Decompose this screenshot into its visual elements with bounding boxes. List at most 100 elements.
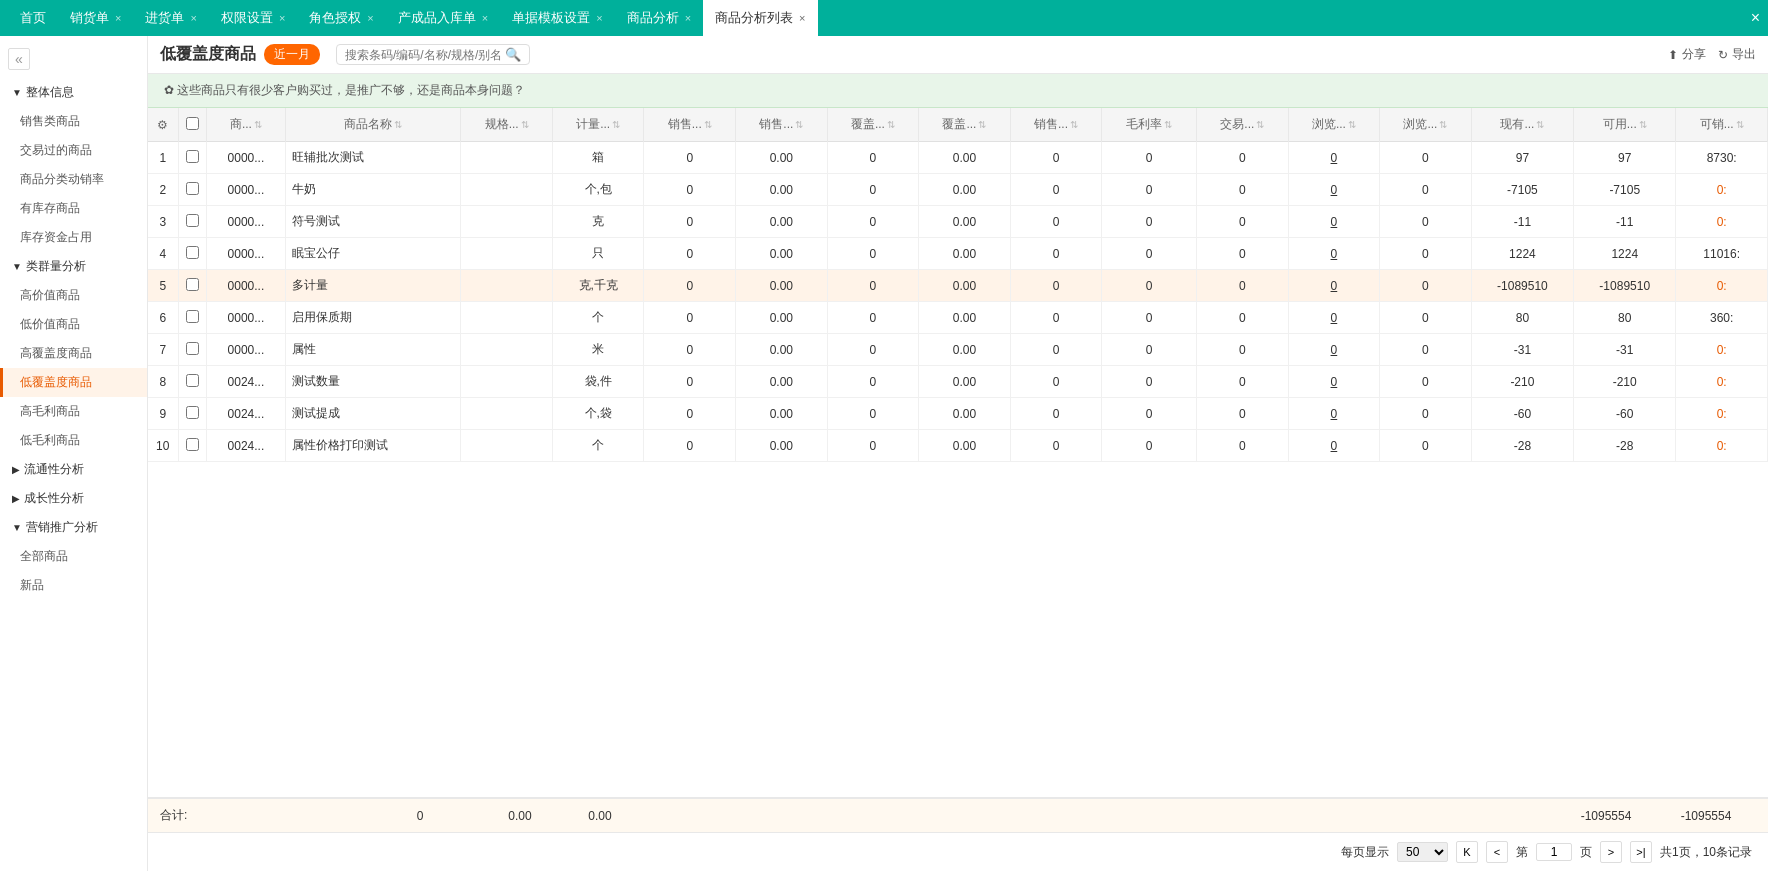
sidebar-item-category-rate[interactable]: 商品分类动销率 [0, 165, 147, 194]
last-page-button[interactable]: >| [1630, 841, 1652, 863]
row-browse1[interactable]: 0 [1288, 366, 1380, 398]
sidebar-section-cluster[interactable]: ▼ 类群量分析 [0, 252, 147, 281]
nav-permission-settings[interactable]: 权限设置 × [209, 0, 297, 36]
row-browse1[interactable]: 0 [1288, 430, 1380, 462]
th-name[interactable]: 商品名称⇅ [286, 108, 461, 142]
th-grossrate[interactable]: 毛利率⇅ [1102, 108, 1197, 142]
row-select-checkbox[interactable] [186, 310, 199, 323]
row-checkbox[interactable] [178, 206, 206, 238]
row-select-checkbox[interactable] [186, 374, 199, 387]
sidebar-item-high-coverage[interactable]: 高覆盖度商品 [0, 339, 147, 368]
nav-product-inbound[interactable]: 产成品入库单 × [386, 0, 500, 36]
row-select-checkbox[interactable] [186, 214, 199, 227]
th-sales1[interactable]: 销售...⇅ [644, 108, 736, 142]
row-checkbox[interactable] [178, 334, 206, 366]
th-checkbox[interactable] [178, 108, 206, 142]
th-spec[interactable]: 规格...⇅ [461, 108, 553, 142]
row-select-checkbox[interactable] [186, 438, 199, 451]
search-input[interactable] [345, 48, 505, 62]
share-button[interactable]: ⬆ 分享 [1668, 46, 1706, 63]
nav-role-auth-close[interactable]: × [367, 12, 373, 24]
row-checkbox[interactable] [178, 366, 206, 398]
sidebar-item-traded-products[interactable]: 交易过的商品 [0, 136, 147, 165]
nav-role-auth[interactable]: 角色授权 × [297, 0, 385, 36]
row-no: 10 [148, 430, 178, 462]
nav-sales-order[interactable]: 销货单 × [58, 0, 133, 36]
th-sellable[interactable]: 可销...⇅ [1676, 108, 1768, 142]
th-settings[interactable]: ⚙ [148, 108, 178, 142]
th-code[interactable]: 商...⇅ [206, 108, 286, 142]
sidebar-item-low-value[interactable]: 低价值商品 [0, 310, 147, 339]
nav-product-analysis-list-close[interactable]: × [799, 12, 805, 24]
row-browse1[interactable]: 0 [1288, 334, 1380, 366]
nav-template-settings[interactable]: 单据模板设置 × [500, 0, 614, 36]
sidebar-item-low-profit[interactable]: 低毛利商品 [0, 426, 147, 455]
nav-product-analysis-list[interactable]: 商品分析列表 × [703, 0, 817, 36]
th-browse1[interactable]: 浏览...⇅ [1288, 108, 1380, 142]
info-banner: ✿ 这些商品只有很少客户购买过，是推广不够，还是商品本身问题？ [148, 74, 1768, 108]
row-select-checkbox[interactable] [186, 342, 199, 355]
th-unit[interactable]: 计量...⇅ [552, 108, 644, 142]
nav-template-settings-close[interactable]: × [596, 12, 602, 24]
row-select-checkbox[interactable] [186, 278, 199, 291]
prev-page-button[interactable]: < [1486, 841, 1508, 863]
nav-product-inbound-close[interactable]: × [482, 12, 488, 24]
row-checkbox[interactable] [178, 174, 206, 206]
sidebar-item-all-products[interactable]: 全部商品 [0, 542, 147, 571]
first-page-button[interactable]: K [1456, 841, 1478, 863]
nav-home[interactable]: 首页 [8, 0, 58, 36]
per-page-select[interactable]: 20 50 100 [1397, 842, 1448, 862]
nav-product-analysis[interactable]: 商品分析 × [615, 0, 703, 36]
sidebar-collapse-button[interactable]: « [8, 48, 30, 70]
export-button[interactable]: ↻ 导出 [1718, 46, 1756, 63]
row-browse1[interactable]: 0 [1288, 270, 1380, 302]
next-page-button[interactable]: > [1600, 841, 1622, 863]
row-checkbox[interactable] [178, 142, 206, 174]
row-checkbox[interactable] [178, 238, 206, 270]
row-select-checkbox[interactable] [186, 150, 199, 163]
row-checkbox[interactable] [178, 270, 206, 302]
sidebar-section-liquidity[interactable]: ▶ 流通性分析 [0, 455, 147, 484]
sidebar-item-high-value[interactable]: 高价值商品 [0, 281, 147, 310]
sidebar-item-new-products[interactable]: 新品 [0, 571, 147, 600]
page-number-input[interactable] [1536, 843, 1572, 861]
th-cover1[interactable]: 覆盖...⇅ [827, 108, 919, 142]
row-checkbox[interactable] [178, 398, 206, 430]
time-filter-button[interactable]: 近一月 [264, 44, 320, 65]
th-sales3[interactable]: 销售...⇅ [1010, 108, 1102, 142]
row-select-checkbox[interactable] [186, 406, 199, 419]
nav-purchase-order[interactable]: 进货单 × [133, 0, 208, 36]
sidebar-item-low-coverage[interactable]: 低覆盖度商品 [0, 368, 147, 397]
th-browse2[interactable]: 浏览...⇅ [1380, 108, 1472, 142]
th-current[interactable]: 现有...⇅ [1471, 108, 1573, 142]
nav-purchase-order-close[interactable]: × [190, 12, 196, 24]
row-browse1[interactable]: 0 [1288, 174, 1380, 206]
sidebar-item-stocked-products[interactable]: 有库存商品 [0, 194, 147, 223]
th-trade[interactable]: 交易...⇅ [1197, 108, 1289, 142]
sidebar-section-growth[interactable]: ▶ 成长性分析 [0, 484, 147, 513]
row-browse1[interactable]: 0 [1288, 142, 1380, 174]
export-icon: ↻ [1718, 48, 1728, 62]
row-checkbox[interactable] [178, 302, 206, 334]
sidebar-section-overall[interactable]: ▼ 整体信息 [0, 78, 147, 107]
nav-sales-order-close[interactable]: × [115, 12, 121, 24]
row-browse1[interactable]: 0 [1288, 302, 1380, 334]
row-checkbox[interactable] [178, 430, 206, 462]
sidebar-item-high-profit[interactable]: 高毛利商品 [0, 397, 147, 426]
sidebar-section-marketing[interactable]: ▼ 营销推广分析 [0, 513, 147, 542]
row-browse1[interactable]: 0 [1288, 398, 1380, 430]
close-all-button[interactable]: × [1751, 9, 1760, 27]
row-browse1[interactable]: 0 [1288, 238, 1380, 270]
select-all-checkbox[interactable] [186, 117, 199, 130]
search-icon[interactable]: 🔍 [505, 47, 521, 62]
sidebar-item-sales-products[interactable]: 销售类商品 [0, 107, 147, 136]
nav-product-analysis-close[interactable]: × [685, 12, 691, 24]
nav-permission-settings-close[interactable]: × [279, 12, 285, 24]
th-sales2[interactable]: 销售...⇅ [736, 108, 828, 142]
th-available[interactable]: 可用...⇅ [1574, 108, 1676, 142]
sidebar-item-inventory-fund[interactable]: 库存资金占用 [0, 223, 147, 252]
row-select-checkbox[interactable] [186, 182, 199, 195]
th-cover2[interactable]: 覆盖...⇅ [919, 108, 1011, 142]
row-browse1[interactable]: 0 [1288, 206, 1380, 238]
row-select-checkbox[interactable] [186, 246, 199, 259]
